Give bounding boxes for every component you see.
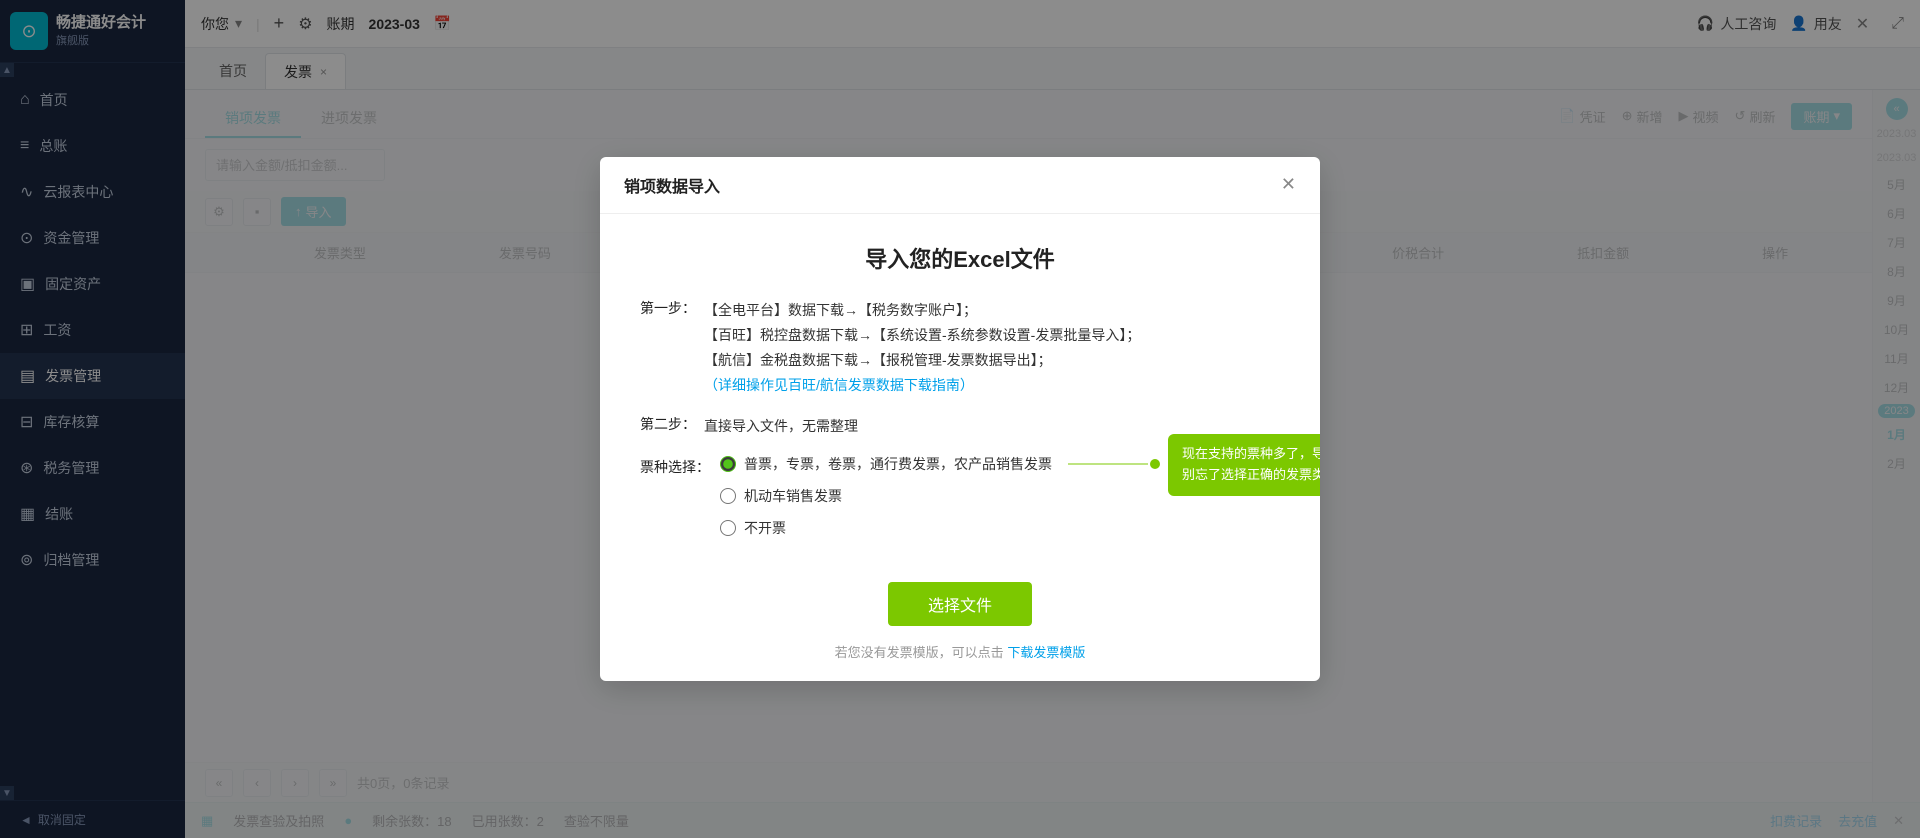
modal-close-btn[interactable]: ✕ [1281,174,1296,195]
step1-row: 第一步： 【全电平台】数据下载→【税务数字账户】； 【百旺】税控盘数据下载→【系… [640,298,1280,399]
radio-vehicle-label: 机动车销售发票 [744,486,842,506]
step1-link: （详细操作见百旺/航信发票数据下载指南） [704,373,1140,398]
radio-general-label: 普票，专票，卷票，通行费发票，农产品销售发票 [744,454,1052,474]
radio-row-none: 不开票 [720,518,1060,538]
ticket-section: 票种选择： 普票，专票，卷票，通行费发票，农产品销售发票 × 现在支持的票种多了 [640,454,1280,562]
radio-general[interactable] [720,456,736,472]
step1-line3: 【航信】金税盘数据下载→【报税管理-发票数据导出】； [704,348,1140,373]
step1-line1: 【全电平台】数据下载→【税务数字账户】； [704,298,1140,323]
step2-label: 第二步： [640,414,696,434]
modal-title: 销项数据导入 [624,173,720,197]
ticket-radio-group: 普票，专票，卷票，通行费发票，农产品销售发票 × 现在支持的票种多了，导入发票时… [720,454,1060,538]
radio-none[interactable] [720,520,736,536]
radio-row-vehicle: 机动车销售发票 [720,486,1060,506]
modal-body: 导入您的Excel文件 第一步： 【全电平台】数据下载→【税务数字账户】； 【百… [600,214,1320,682]
modal-btn-area: 选择文件 [640,582,1280,626]
tooltip-line [1068,464,1148,465]
radio-none-label: 不开票 [744,518,786,538]
download-template-link[interactable]: 下载发票模版 [1007,645,1085,660]
modal-overlay: 销项数据导入 ✕ 导入您的Excel文件 第一步： 【全电平台】数据下载→【税务… [0,0,1920,838]
modal-header: 销项数据导入 ✕ [600,157,1320,214]
tooltip-text: 现在支持的票种多了，导入发票时别忘了选择正确的发票类型呀! [1182,446,1320,482]
guide-link[interactable]: （详细操作见百旺/航信发票数据下载指南） [704,377,974,393]
radio-row-general: 普票，专票，卷票，通行费发票，农产品销售发票 × 现在支持的票种多了，导入发票时… [720,454,1060,474]
modal: 销项数据导入 ✕ 导入您的Excel文件 第一步： 【全电平台】数据下载→【税务… [600,157,1320,682]
modal-step1: 第一步： 【全电平台】数据下载→【税务数字账户】； 【百旺】税控盘数据下载→【系… [640,298,1280,399]
step1-line2: 【百旺】税控盘数据下载→【系统设置-系统参数设置-发票批量导入】； [704,323,1140,348]
modal-footer-text: 若您没有发票模版，可以点击 下载发票模版 [640,642,1280,661]
select-file-btn[interactable]: 选择文件 [888,582,1032,626]
modal-import-title: 导入您的Excel文件 [640,242,1280,274]
radio-vehicle[interactable] [720,488,736,504]
ticket-label: 票种选择： [640,454,710,477]
tooltip-bubble: × 现在支持的票种多了，导入发票时别忘了选择正确的发票类型呀! [1168,434,1320,496]
tooltip-dot [1150,459,1160,469]
step1-label: 第一步： [640,298,696,395]
step2-content: 直接导入文件，无需整理 [704,416,858,436]
step1-content: 【全电平台】数据下载→【税务数字账户】； 【百旺】税控盘数据下载→【系统设置-系… [704,298,1140,399]
footer-text: 若您没有发票模版，可以点击 [835,645,1004,660]
